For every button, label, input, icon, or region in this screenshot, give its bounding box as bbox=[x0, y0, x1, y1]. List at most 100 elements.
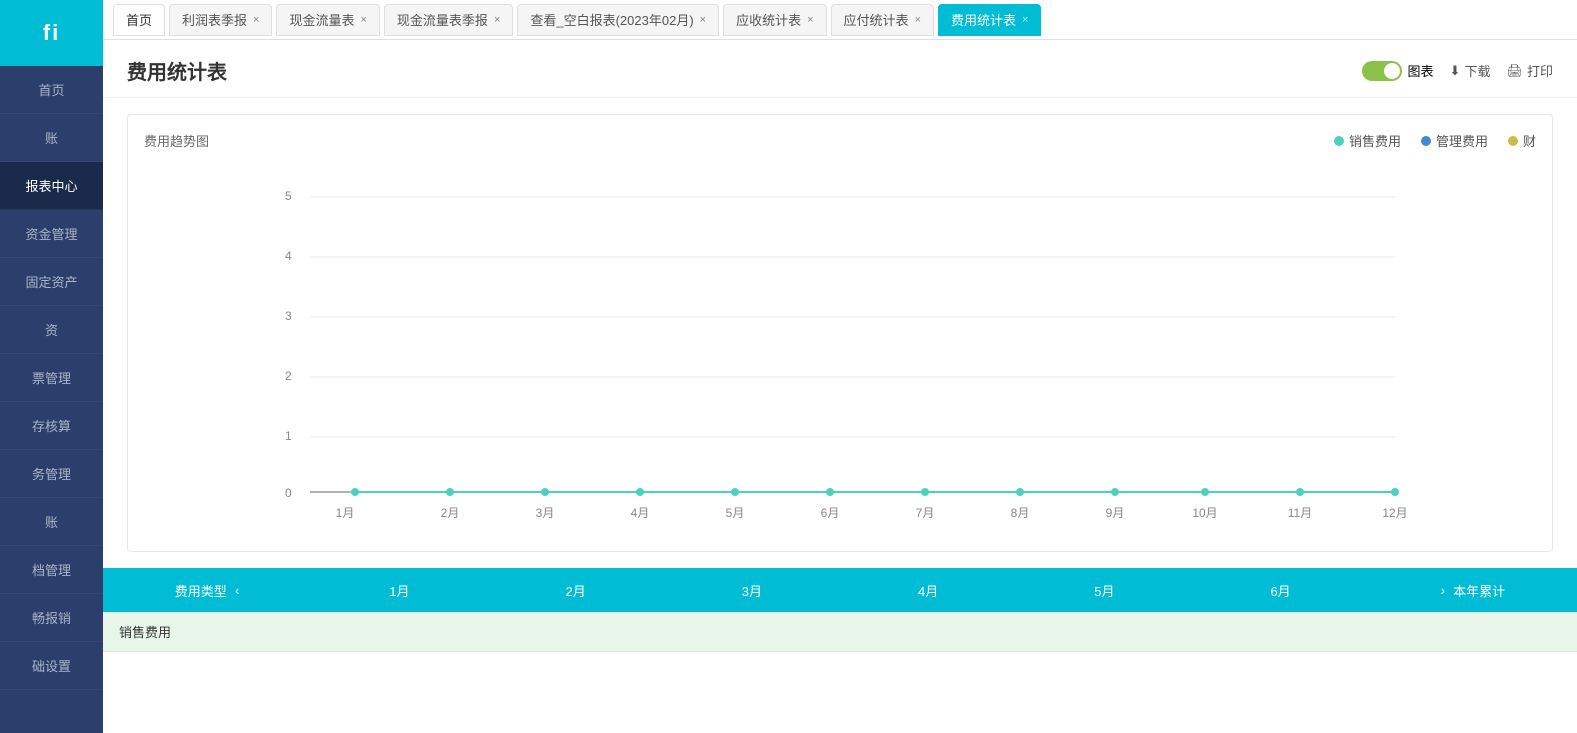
chart-toggle[interactable] bbox=[1362, 61, 1402, 81]
sidebar-item-inventory[interactable]: 存核算 bbox=[0, 402, 103, 450]
table-header-row: 费用类型 ‹ 1月 2月 3月 4月 5月 bbox=[103, 568, 1577, 612]
legend-sales-dot bbox=[1334, 136, 1344, 146]
table-row: 销售费用 bbox=[103, 612, 1577, 652]
tab-blank-report-label: 查看_空白报表(2023年02月) bbox=[530, 10, 693, 29]
th-type: 费用类型 ‹ bbox=[103, 581, 311, 600]
legend-finance-dot bbox=[1508, 136, 1518, 146]
legend-admin: 管理费用 bbox=[1421, 131, 1488, 150]
sidebar-item-expense[interactable]: 畅报销 bbox=[0, 594, 103, 642]
th-m6: 6月 bbox=[1192, 581, 1368, 600]
sidebar-item-settings[interactable]: 础设置 bbox=[0, 642, 103, 690]
th-m3: 3月 bbox=[664, 581, 840, 600]
svg-text:2月: 2月 bbox=[441, 506, 460, 520]
tab-profit[interactable]: 利润表季报 × bbox=[169, 4, 272, 36]
th-m2-label: 2月 bbox=[566, 584, 586, 599]
chart-container: 费用趋势图 销售费用 管理费用 财 bbox=[127, 114, 1553, 552]
chart-svg: 5 4 3 2 1 0 bbox=[144, 162, 1536, 532]
chart-header: 费用趋势图 销售费用 管理费用 财 bbox=[144, 131, 1536, 150]
th-m6-label: 6月 bbox=[1270, 584, 1290, 599]
table-section: 费用类型 ‹ 1月 2月 3月 4月 5月 bbox=[103, 568, 1577, 652]
th-m4: 4月 bbox=[840, 581, 1016, 600]
tab-cashflow-quarterly-label: 现金流量表季报 bbox=[397, 10, 488, 29]
tab-profit-close[interactable]: × bbox=[253, 14, 259, 26]
legend-finance: 财 bbox=[1508, 131, 1536, 150]
svg-text:1月: 1月 bbox=[336, 506, 355, 520]
download-icon: ⬇ bbox=[1450, 63, 1461, 79]
th-m1: 1月 bbox=[311, 581, 487, 600]
sidebar-item-home[interactable]: 首页 bbox=[0, 66, 103, 114]
page-title: 费用统计表 bbox=[127, 56, 227, 85]
th-ytd-label: 本年累计 bbox=[1453, 581, 1505, 600]
tab-cashflow[interactable]: 现金流量表 × bbox=[276, 4, 379, 36]
tab-cashflow-quarterly[interactable]: 现金流量表季报 × bbox=[384, 4, 513, 36]
svg-text:3月: 3月 bbox=[536, 506, 555, 520]
legend-admin-label: 管理费用 bbox=[1436, 131, 1488, 150]
legend-sales-label: 销售费用 bbox=[1349, 131, 1401, 150]
svg-text:7月: 7月 bbox=[916, 506, 935, 520]
main-area: 首页 利润表季报 × 现金流量表 × 现金流量表季报 × 查看_空白报表(202… bbox=[103, 0, 1577, 733]
svg-text:6月: 6月 bbox=[821, 506, 840, 520]
svg-text:2: 2 bbox=[285, 369, 292, 383]
tab-receivable-close[interactable]: × bbox=[807, 14, 813, 26]
svg-text:8月: 8月 bbox=[1011, 506, 1030, 520]
th-m2: 2月 bbox=[488, 581, 664, 600]
tab-cashflow-label: 现金流量表 bbox=[289, 10, 354, 29]
chart-svg-wrap: 5 4 3 2 1 0 bbox=[144, 162, 1536, 535]
print-icon: 🖨 bbox=[1506, 63, 1523, 79]
svg-text:9月: 9月 bbox=[1106, 506, 1125, 520]
chart-toggle-label: 图表 bbox=[1408, 61, 1434, 80]
tab-cashflow-close[interactable]: × bbox=[360, 14, 366, 26]
sidebar-item-report-center[interactable]: 报表中心 bbox=[0, 162, 103, 210]
sidebar-item-invoice-mgmt[interactable]: 票管理 bbox=[0, 354, 103, 402]
th-m4-label: 4月 bbox=[918, 584, 938, 599]
th-m5: 5月 bbox=[1016, 581, 1192, 600]
legend-sales: 销售费用 bbox=[1334, 131, 1401, 150]
tab-home-label: 首页 bbox=[126, 10, 152, 29]
print-label: 打印 bbox=[1527, 61, 1553, 80]
header-actions: 图表 ⬇ 下载 🖨 打印 bbox=[1362, 61, 1553, 81]
svg-text:3: 3 bbox=[285, 309, 292, 323]
next-arrow[interactable]: › bbox=[1440, 582, 1445, 598]
tab-blank-report[interactable]: 查看_空白报表(2023年02月) × bbox=[517, 4, 719, 36]
sidebar-item-resources[interactable]: 资 bbox=[0, 306, 103, 354]
page-content: 费用统计表 图表 ⬇ 下载 🖨 打印 费用趋势图 bbox=[103, 40, 1577, 733]
td-type: 销售费用 bbox=[103, 622, 318, 641]
sidebar-item-fund-mgmt[interactable]: 资金管理 bbox=[0, 210, 103, 258]
tab-expense[interactable]: 费用统计表 × bbox=[938, 4, 1041, 36]
legend-finance-label: 财 bbox=[1523, 131, 1536, 150]
tab-receivable-label: 应收统计表 bbox=[736, 10, 801, 29]
th-ytd: › 本年累计 bbox=[1369, 581, 1577, 600]
sidebar-item-accounts[interactable]: 账 bbox=[0, 498, 103, 546]
th-m3-label: 3月 bbox=[742, 584, 762, 599]
tab-expense-close[interactable]: × bbox=[1022, 14, 1028, 26]
sidebar-logo: fi bbox=[0, 0, 103, 66]
th-type-label: 费用类型 bbox=[175, 581, 227, 600]
sidebar-item-fixed-assets[interactable]: 固定资产 bbox=[0, 258, 103, 306]
tab-cashflow-quarterly-close[interactable]: × bbox=[494, 14, 500, 26]
tab-payable[interactable]: 应付统计表 × bbox=[831, 4, 934, 36]
tab-expense-label: 费用统计表 bbox=[951, 10, 1016, 29]
chart-legend: 销售费用 管理费用 财 bbox=[1334, 131, 1536, 150]
tab-payable-close[interactable]: × bbox=[915, 14, 921, 26]
tab-profit-label: 利润表季报 bbox=[182, 10, 247, 29]
sidebar-item-service-mgmt[interactable]: 务管理 bbox=[0, 450, 103, 498]
prev-arrow[interactable]: ‹ bbox=[235, 582, 240, 598]
tab-receivable[interactable]: 应收统计表 × bbox=[723, 4, 826, 36]
chart-title: 费用趋势图 bbox=[144, 131, 209, 150]
svg-text:4: 4 bbox=[285, 249, 292, 263]
svg-text:5: 5 bbox=[285, 189, 292, 203]
td-type-value: 销售费用 bbox=[119, 625, 171, 640]
download-button[interactable]: ⬇ 下载 bbox=[1450, 61, 1491, 80]
tab-home[interactable]: 首页 bbox=[113, 4, 165, 36]
sidebar: fi 首页 账 报表中心 资金管理 固定资产 资 票管理 存核算 务管理 账 档… bbox=[0, 0, 103, 733]
download-label: 下载 bbox=[1464, 61, 1490, 80]
sidebar-item-archive-mgmt[interactable]: 档管理 bbox=[0, 546, 103, 594]
page-header: 费用统计表 图表 ⬇ 下载 🖨 打印 bbox=[103, 40, 1577, 98]
legend-admin-dot bbox=[1421, 136, 1431, 146]
tab-blank-report-close[interactable]: × bbox=[700, 14, 706, 26]
svg-text:4月: 4月 bbox=[631, 506, 650, 520]
sidebar-item-ledger[interactable]: 账 bbox=[0, 114, 103, 162]
print-button[interactable]: 🖨 打印 bbox=[1506, 61, 1553, 80]
tab-payable-label: 应付统计表 bbox=[844, 10, 909, 29]
svg-text:0: 0 bbox=[285, 486, 292, 500]
